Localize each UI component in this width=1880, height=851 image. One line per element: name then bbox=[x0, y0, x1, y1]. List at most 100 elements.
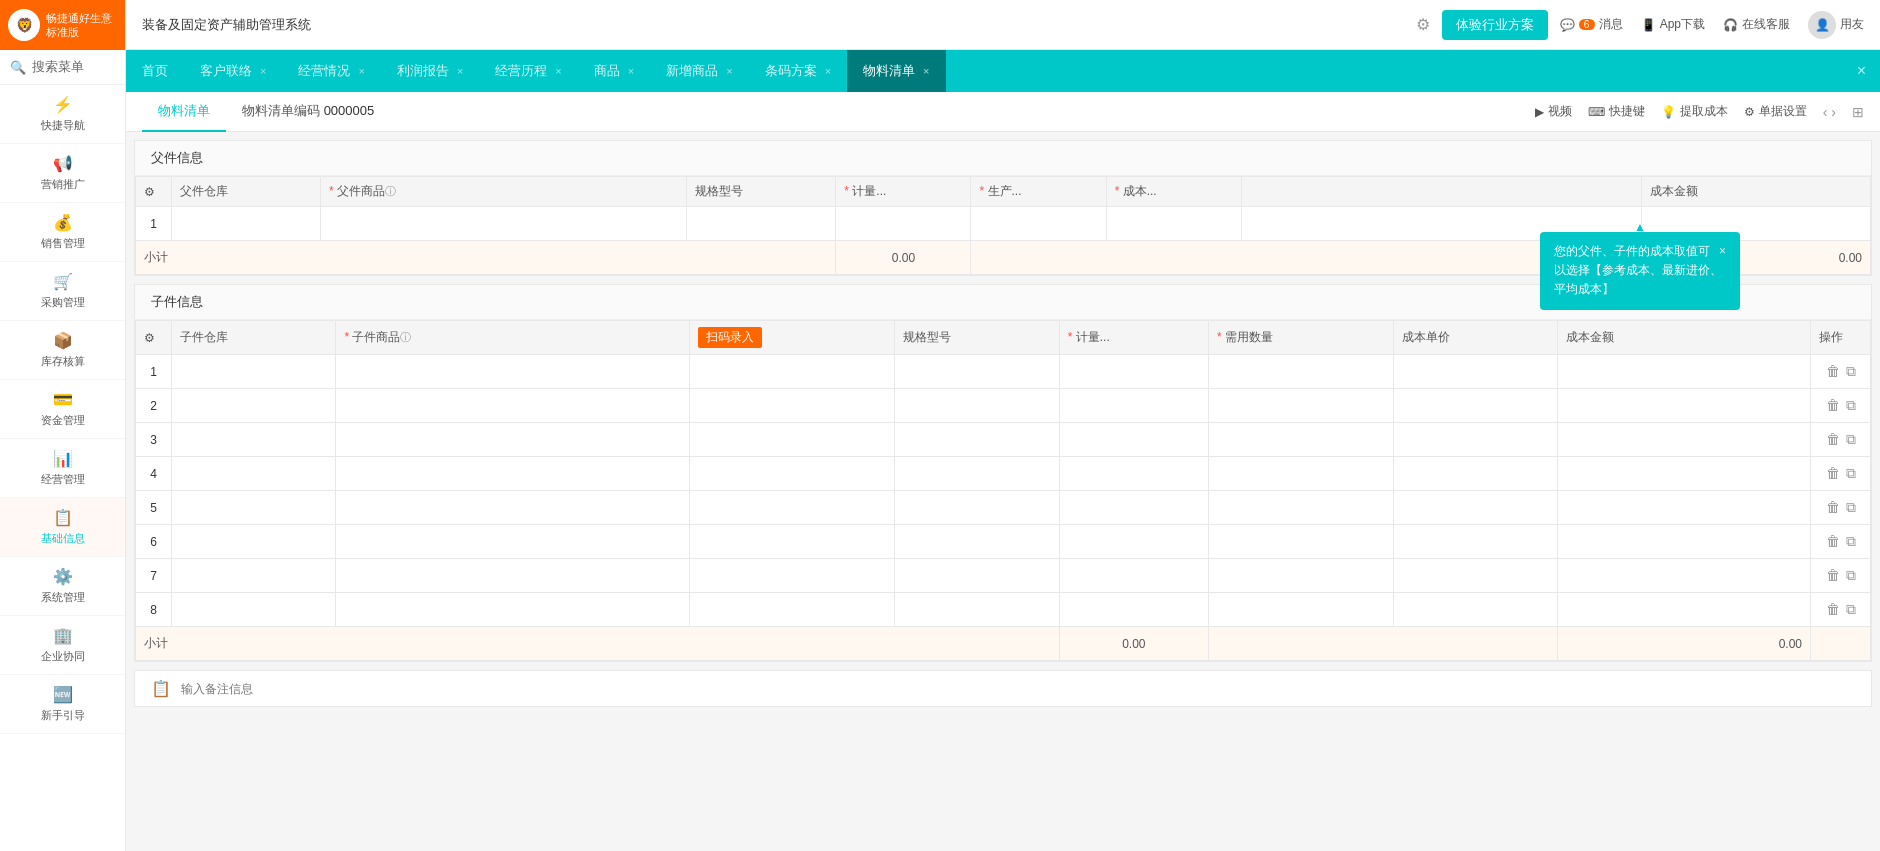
cell-unit[interactable] bbox=[1059, 593, 1208, 627]
cell-unit-cost[interactable] bbox=[1393, 389, 1557, 423]
close-icon[interactable]: × bbox=[628, 65, 634, 77]
sidebar-item-finance[interactable]: 💳 资金管理 bbox=[0, 380, 125, 439]
delete-icon[interactable]: 🗑 bbox=[1826, 363, 1840, 380]
cell-unit-cost[interactable] bbox=[1393, 423, 1557, 457]
copy-icon[interactable]: ⧉ bbox=[1846, 567, 1856, 584]
settings-icon[interactable]: ⚙ bbox=[1416, 15, 1430, 34]
cell-goods[interactable] bbox=[336, 525, 690, 559]
tab-home[interactable]: 首页 bbox=[126, 50, 184, 92]
tab-bom[interactable]: 物料清单 × bbox=[847, 50, 945, 92]
cell-goods[interactable] bbox=[336, 389, 690, 423]
cell-spec[interactable] bbox=[895, 559, 1059, 593]
cell-spec[interactable] bbox=[895, 389, 1059, 423]
delete-icon[interactable]: 🗑 bbox=[1826, 397, 1840, 414]
cell-warehouse[interactable] bbox=[172, 389, 336, 423]
sidebar-item-purchase[interactable]: 🛒 采购管理 bbox=[0, 262, 125, 321]
cell-qty[interactable] bbox=[1209, 593, 1394, 627]
cell-unit-cost[interactable] bbox=[1393, 457, 1557, 491]
expand-icon[interactable]: ⊞ bbox=[1852, 104, 1864, 120]
delete-icon[interactable]: 🗑 bbox=[1826, 567, 1840, 584]
cell-unit-cost[interactable] bbox=[1393, 355, 1557, 389]
cell-unit[interactable] bbox=[1059, 525, 1208, 559]
cell-unit-cost[interactable] bbox=[1393, 593, 1557, 627]
cell-unit[interactable] bbox=[1059, 491, 1208, 525]
cell-unit-cost[interactable] bbox=[1393, 559, 1557, 593]
cell-goods[interactable] bbox=[336, 559, 690, 593]
sidebar-item-enterprise[interactable]: 🏢 企业协同 bbox=[0, 616, 125, 675]
cell-goods[interactable] bbox=[336, 457, 690, 491]
close-icon[interactable]: × bbox=[457, 65, 463, 77]
video-action[interactable]: ▶ 视频 bbox=[1535, 103, 1572, 120]
cell-unit[interactable] bbox=[1059, 355, 1208, 389]
tab-profit[interactable]: 利润报告 × bbox=[381, 50, 479, 92]
cell-qty[interactable] bbox=[1209, 389, 1394, 423]
sidebar-item-quick-nav[interactable]: ⚡ 快捷导航 bbox=[0, 85, 125, 144]
cell-goods[interactable] bbox=[336, 355, 690, 389]
message-button[interactable]: 💬 6 消息 bbox=[1560, 16, 1623, 33]
cell-cost[interactable] bbox=[1106, 207, 1241, 241]
th-settings[interactable]: ⚙ bbox=[136, 321, 172, 355]
th-settings[interactable]: ⚙ bbox=[136, 177, 172, 207]
copy-icon[interactable]: ⧉ bbox=[1846, 397, 1856, 414]
tooltip-close[interactable]: × bbox=[1719, 242, 1726, 261]
cell-warehouse[interactable] bbox=[172, 593, 336, 627]
close-icon[interactable]: × bbox=[358, 65, 364, 77]
cell-unit[interactable] bbox=[836, 207, 971, 241]
cell-spec[interactable] bbox=[687, 207, 836, 241]
cell-unit[interactable] bbox=[1059, 423, 1208, 457]
sub-tab-bom-code[interactable]: 物料清单编码 0000005 bbox=[226, 92, 390, 132]
cell-warehouse[interactable] bbox=[172, 491, 336, 525]
cell-spec[interactable] bbox=[895, 423, 1059, 457]
sidebar-item-inventory[interactable]: 📦 库存核算 bbox=[0, 321, 125, 380]
sidebar-item-operations[interactable]: 📊 经营管理 bbox=[0, 439, 125, 498]
extract-cost-action[interactable]: 💡 提取成本 bbox=[1661, 103, 1728, 120]
delete-icon[interactable]: 🗑 bbox=[1826, 533, 1840, 550]
sidebar-search[interactable]: 🔍 搜索菜单 bbox=[0, 50, 125, 85]
tab-customer[interactable]: 客户联络 × bbox=[184, 50, 282, 92]
cell-qty[interactable] bbox=[1209, 355, 1394, 389]
cell-spec[interactable] bbox=[895, 457, 1059, 491]
tab-barcode[interactable]: 条码方案 × bbox=[749, 50, 847, 92]
delete-icon[interactable]: 🗑 bbox=[1826, 601, 1840, 618]
cell-unit-cost[interactable] bbox=[1393, 525, 1557, 559]
cell-warehouse[interactable] bbox=[172, 423, 336, 457]
cell-warehouse[interactable] bbox=[172, 559, 336, 593]
tab-history[interactable]: 经营历程 × bbox=[479, 50, 577, 92]
scan-button[interactable]: 扫码录入 bbox=[698, 327, 762, 348]
close-icon[interactable]: × bbox=[825, 65, 831, 77]
tab-goods[interactable]: 商品 × bbox=[578, 50, 650, 92]
cell-qty[interactable] bbox=[1209, 559, 1394, 593]
cell-qty[interactable] bbox=[1209, 423, 1394, 457]
cell-spec[interactable] bbox=[895, 355, 1059, 389]
cell-goods[interactable] bbox=[320, 207, 687, 241]
prev-arrow[interactable]: ‹ bbox=[1823, 104, 1828, 120]
cell-qty[interactable] bbox=[1209, 457, 1394, 491]
cell-unit[interactable] bbox=[1059, 457, 1208, 491]
copy-icon[interactable]: ⧉ bbox=[1846, 363, 1856, 380]
delete-icon[interactable]: 🗑 bbox=[1826, 499, 1840, 516]
delete-icon[interactable]: 🗑 bbox=[1826, 431, 1840, 448]
try-button[interactable]: 体验行业方案 bbox=[1442, 10, 1548, 40]
tab-operations-status[interactable]: 经营情况 × bbox=[282, 50, 380, 92]
app-download-button[interactable]: 📱 App下载 bbox=[1641, 16, 1705, 33]
delete-icon[interactable]: 🗑 bbox=[1826, 465, 1840, 482]
cell-qty[interactable] bbox=[1209, 491, 1394, 525]
close-icon[interactable]: × bbox=[555, 65, 561, 77]
single-settings-action[interactable]: ⚙ 单据设置 bbox=[1744, 103, 1807, 120]
cell-warehouse[interactable] bbox=[172, 207, 321, 241]
tab-new-goods[interactable]: 新增商品 × bbox=[650, 50, 748, 92]
copy-icon[interactable]: ⧉ bbox=[1846, 533, 1856, 550]
close-icon[interactable]: × bbox=[260, 65, 266, 77]
sidebar-item-marketing[interactable]: 📢 营销推广 bbox=[0, 144, 125, 203]
sidebar-item-sales[interactable]: 💰 销售管理 bbox=[0, 203, 125, 262]
cell-production[interactable] bbox=[971, 207, 1106, 241]
cell-spec[interactable] bbox=[895, 593, 1059, 627]
cell-unit[interactable] bbox=[1059, 559, 1208, 593]
cell-warehouse[interactable] bbox=[172, 355, 336, 389]
cell-goods[interactable] bbox=[336, 423, 690, 457]
cell-warehouse[interactable] bbox=[172, 525, 336, 559]
user-button[interactable]: 👤 用友 bbox=[1808, 11, 1864, 39]
shortcut-action[interactable]: ⌨ 快捷键 bbox=[1588, 103, 1645, 120]
sub-tab-bom-list[interactable]: 物料清单 bbox=[142, 92, 226, 132]
copy-icon[interactable]: ⧉ bbox=[1846, 465, 1856, 482]
